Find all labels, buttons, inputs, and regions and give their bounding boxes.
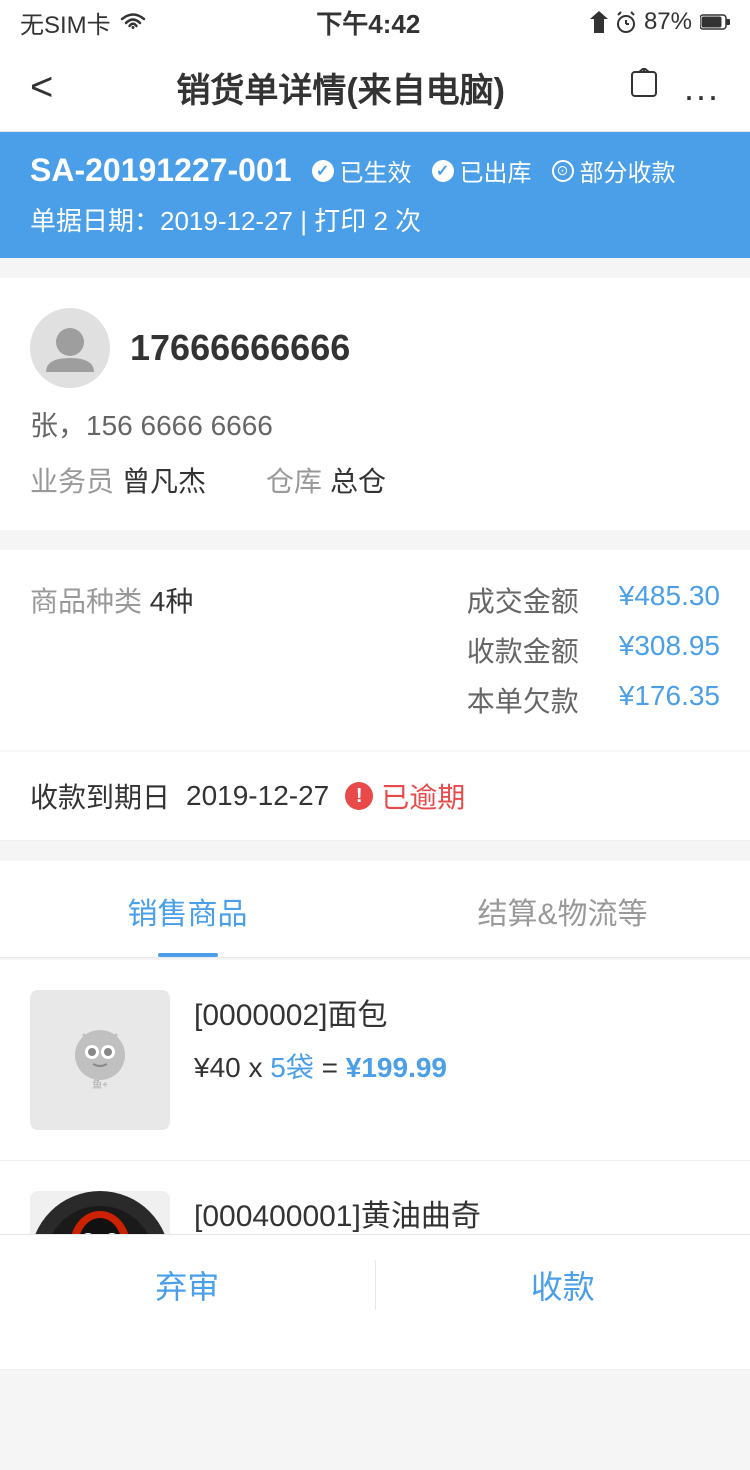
stats-right: 成交金额 ¥485.30 收款金额 ¥308.95 本单欠款 ¥176.35	[467, 580, 720, 720]
tab-settlement[interactable]: 结算&物流等	[375, 861, 750, 957]
salesperson-value: 曾凡杰	[122, 460, 206, 500]
due-section: 收款到期日 2019-12-27 ! 已逾期	[0, 752, 750, 841]
cancel-button[interactable]: 弃审	[0, 1242, 375, 1328]
share-button[interactable]	[628, 68, 660, 107]
debt-row: 本单欠款 ¥176.35	[467, 680, 720, 720]
svg-text:鱼+: 鱼+	[92, 1078, 108, 1091]
stats-left: 商品种类 4种	[30, 580, 193, 620]
customer-meta: 业务员 曾凡杰 仓库 总仓	[30, 460, 720, 500]
amount-value: ¥485.30	[619, 580, 720, 620]
product-type-label: 商品种类	[30, 586, 142, 617]
check-icon-2: ✓	[432, 160, 454, 182]
status-left: 无SIM卡	[20, 5, 147, 40]
product-qty-bread: 5袋	[270, 1052, 314, 1083]
product-price-bread: ¥40 x 5袋 = ¥199.99	[194, 1046, 720, 1086]
overdue-badge: ! 已逾期	[345, 776, 465, 816]
warehouse-label: 仓库	[266, 460, 322, 500]
received-row: 收款金额 ¥308.95	[467, 630, 720, 670]
product-total-bread: ¥199.99	[346, 1052, 447, 1083]
status-right: 87%	[590, 8, 730, 36]
amount-row: 成交金额 ¥485.30	[467, 580, 720, 620]
nav-bar: < 销货单详情(来自电脑) ...	[0, 44, 750, 132]
header-banner: SA-20191227-001 ✓ 已生效 ✓ 已出库 ⊙ 部分收款 单据日期：…	[0, 132, 750, 258]
product-image-bread: 鱼+	[30, 990, 170, 1130]
badge-shipped: ✓ 已出库	[432, 153, 532, 188]
battery-percentage: 87%	[644, 8, 692, 36]
product-type-count: 4种	[150, 586, 194, 617]
debt-label: 本单欠款	[467, 680, 579, 720]
back-button[interactable]: <	[30, 65, 53, 110]
received-label: 收款金额	[467, 630, 579, 670]
badge-effective: ✓ 已生效	[312, 153, 412, 188]
overdue-text: 已逾期	[381, 776, 465, 816]
tab-sales-products[interactable]: 销售商品	[0, 861, 375, 957]
debt-value: ¥176.35	[619, 680, 720, 720]
amount-label: 成交金额	[467, 580, 579, 620]
product-name-bread: [0000002]面包	[194, 990, 720, 1034]
user-icon	[42, 320, 98, 376]
badge-partial: ⊙ 部分收款	[552, 153, 676, 188]
received-value: ¥308.95	[619, 630, 720, 670]
check-icon: ✓	[312, 160, 334, 182]
customer-row: 17666666666	[30, 308, 720, 388]
alarm-icon	[616, 11, 636, 33]
due-label: 收款到期日	[30, 776, 170, 816]
battery-icon	[700, 14, 730, 30]
sim-status: 无SIM卡	[20, 5, 111, 40]
collect-button[interactable]: 收款	[376, 1242, 750, 1328]
wifi-icon	[119, 11, 147, 33]
status-time: 下午4:42	[316, 4, 420, 41]
due-date-value: 2019-12-27	[186, 780, 329, 812]
product-name-cookie: [000400001]黄油曲奇	[194, 1191, 720, 1235]
customer-section: 17666666666 张，156 6666 6666 业务员 曾凡杰 仓库 总…	[0, 278, 750, 530]
bottom-bar: 弃审 收款	[0, 1234, 750, 1334]
stats-section: 商品种类 4种 成交金额 ¥485.30 收款金额 ¥308.95 本单欠款 ¥…	[0, 550, 750, 750]
salesperson-label: 业务员	[30, 460, 114, 500]
banner-row1: SA-20191227-001 ✓ 已生效 ✓ 已出库 ⊙ 部分收款	[30, 152, 720, 189]
customer-phone: 17666666666	[130, 327, 350, 369]
overdue-icon: !	[345, 782, 373, 810]
page-title: 销货单详情(来自电脑)	[176, 63, 505, 112]
banner-date: 单据日期：2019-12-27 | 打印 2 次	[30, 201, 720, 238]
status-bar: 无SIM卡 下午4:42 87%	[0, 0, 750, 44]
warehouse-value: 总仓	[330, 460, 386, 500]
product-icon: 鱼+	[60, 1020, 140, 1100]
order-id: SA-20191227-001	[30, 152, 292, 189]
nav-actions: ...	[628, 67, 720, 109]
product-item: 鱼+ [0000002]面包 ¥40 x 5袋 = ¥199.99	[0, 960, 750, 1161]
location-icon	[590, 11, 608, 33]
avatar	[30, 308, 110, 388]
clock-icon: ⊙	[552, 160, 574, 182]
product-details-bread: [0000002]面包 ¥40 x 5袋 = ¥199.99	[194, 990, 720, 1086]
customer-name: 张，156 6666 6666	[30, 404, 720, 444]
product-placeholder: 鱼+	[30, 990, 170, 1130]
more-button[interactable]: ...	[684, 67, 720, 109]
tabs-section: 销售商品 结算&物流等	[0, 861, 750, 958]
